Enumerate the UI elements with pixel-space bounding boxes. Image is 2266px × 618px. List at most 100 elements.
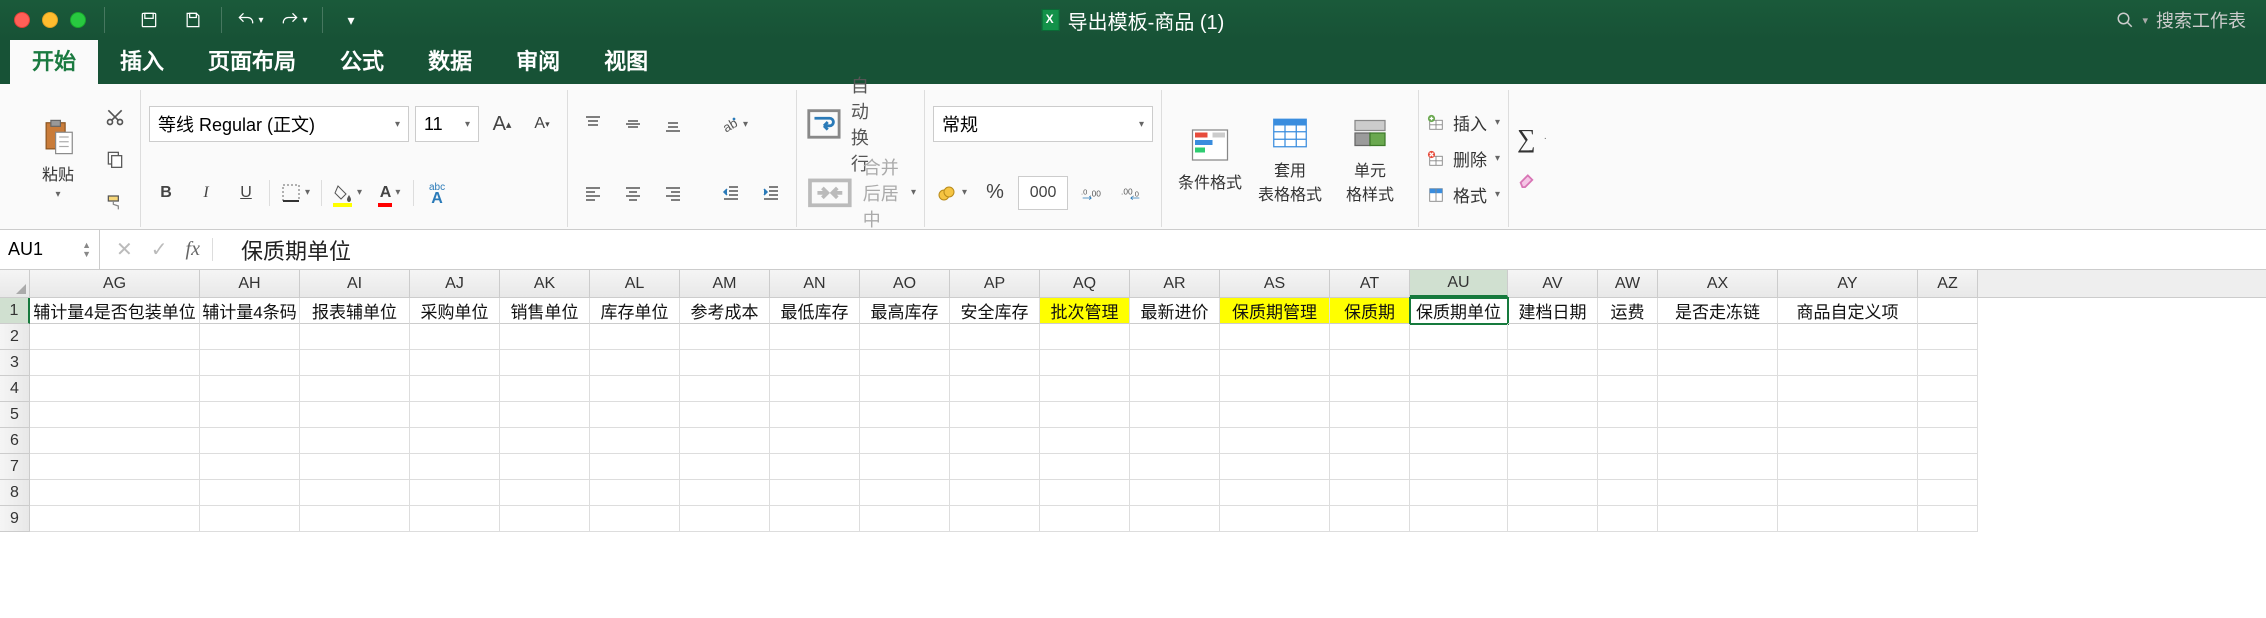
number-format-select[interactable]: 常规▾	[933, 106, 1153, 142]
cell-AX6[interactable]	[1658, 428, 1778, 454]
paste-button[interactable]: 粘贴 ▾	[18, 90, 98, 227]
cell-AN8[interactable]	[770, 480, 860, 506]
delete-cells-button[interactable]: 删除▾	[1427, 144, 1500, 174]
cell-AZ7[interactable]	[1918, 454, 1978, 480]
cell-AP8[interactable]	[950, 480, 1040, 506]
column-header-AX[interactable]: AX	[1658, 270, 1778, 297]
formula-input[interactable]: 保质期单位	[229, 234, 2266, 266]
column-header-AW[interactable]: AW	[1598, 270, 1658, 297]
cell-AO3[interactable]	[860, 350, 950, 376]
increase-decimal-button[interactable]: .0.00	[1074, 176, 1108, 210]
cell-AJ4[interactable]	[410, 376, 500, 402]
save-icon[interactable]	[173, 0, 213, 40]
cell-AM3[interactable]	[680, 350, 770, 376]
cell-AV5[interactable]	[1508, 402, 1598, 428]
cell-AG4[interactable]	[30, 376, 200, 402]
insert-cells-button[interactable]: 插入▾	[1427, 108, 1500, 138]
select-all-corner[interactable]	[0, 270, 30, 297]
column-header-AZ[interactable]: AZ	[1918, 270, 1978, 297]
cell-AX5[interactable]	[1658, 402, 1778, 428]
cell-AU5[interactable]	[1410, 402, 1508, 428]
cell-AI7[interactable]	[300, 454, 410, 480]
autosave-icon[interactable]	[129, 0, 169, 40]
copy-button[interactable]	[98, 142, 132, 176]
cell-AI5[interactable]	[300, 402, 410, 428]
cell-AH9[interactable]	[200, 506, 300, 532]
cell-AQ3[interactable]	[1040, 350, 1130, 376]
search-box[interactable]: ▾ 搜索工作表	[2116, 7, 2266, 33]
column-header-AJ[interactable]: AJ	[410, 270, 500, 297]
font-size-select[interactable]: 11▾	[415, 106, 479, 142]
cell-AU8[interactable]	[1410, 480, 1508, 506]
cell-AS1[interactable]: 保质期管理	[1220, 298, 1330, 324]
cell-AQ5[interactable]	[1040, 402, 1130, 428]
cell-AJ1[interactable]: 采购单位	[410, 298, 500, 324]
cell-AL6[interactable]	[590, 428, 680, 454]
column-header-AP[interactable]: AP	[950, 270, 1040, 297]
cell-AR1[interactable]: 最新进价	[1130, 298, 1220, 324]
cell-AQ2[interactable]	[1040, 324, 1130, 350]
column-header-AL[interactable]: AL	[590, 270, 680, 297]
cell-AG1[interactable]: 辅计量4是否包装单位	[30, 298, 200, 324]
cell-AZ5[interactable]	[1918, 402, 1978, 428]
cell-AS6[interactable]	[1220, 428, 1330, 454]
cell-AI9[interactable]	[300, 506, 410, 532]
cell-AV4[interactable]	[1508, 376, 1598, 402]
cell-AJ7[interactable]	[410, 454, 500, 480]
column-header-AQ[interactable]: AQ	[1040, 270, 1130, 297]
fill-color-button[interactable]	[328, 176, 367, 210]
table-format-button[interactable]: 套用 表格格式	[1250, 90, 1330, 227]
cell-AK8[interactable]	[500, 480, 590, 506]
cell-AR3[interactable]	[1130, 350, 1220, 376]
underline-button[interactable]: U	[229, 176, 263, 210]
cell-AX2[interactable]	[1658, 324, 1778, 350]
name-box[interactable]: AU1 ▲▼	[0, 230, 100, 269]
cell-AY4[interactable]	[1778, 376, 1918, 402]
tab-insert[interactable]: 插入	[98, 36, 186, 84]
cell-AK1[interactable]: 销售单位	[500, 298, 590, 324]
cell-AO1[interactable]: 最高库存	[860, 298, 950, 324]
wrap-text-button[interactable]: 自动换行	[805, 107, 885, 141]
cell-AI4[interactable]	[300, 376, 410, 402]
cell-AW4[interactable]	[1598, 376, 1658, 402]
cell-AO7[interactable]	[860, 454, 950, 480]
cancel-formula-icon[interactable]: ✕	[116, 237, 133, 262]
cell-AT9[interactable]	[1330, 506, 1410, 532]
redo-icon[interactable]: ▾	[274, 0, 314, 40]
cell-AZ2[interactable]	[1918, 324, 1978, 350]
column-header-AT[interactable]: AT	[1330, 270, 1410, 297]
cell-AN2[interactable]	[770, 324, 860, 350]
cell-AU3[interactable]	[1410, 350, 1508, 376]
row-header-2[interactable]: 2	[0, 324, 30, 350]
cell-AL7[interactable]	[590, 454, 680, 480]
cell-AU2[interactable]	[1410, 324, 1508, 350]
cell-AU7[interactable]	[1410, 454, 1508, 480]
cell-AQ1[interactable]: 批次管理	[1040, 298, 1130, 324]
row-header-6[interactable]: 6	[0, 428, 30, 454]
cell-AR7[interactable]	[1130, 454, 1220, 480]
cell-AR6[interactable]	[1130, 428, 1220, 454]
cell-AO6[interactable]	[860, 428, 950, 454]
cell-AY5[interactable]	[1778, 402, 1918, 428]
decrease-indent-button[interactable]	[714, 176, 748, 210]
cell-AI8[interactable]	[300, 480, 410, 506]
cell-AK6[interactable]	[500, 428, 590, 454]
cell-AS3[interactable]	[1220, 350, 1330, 376]
tab-home[interactable]: 开始	[10, 36, 98, 84]
cell-AG5[interactable]	[30, 402, 200, 428]
cell-AN9[interactable]	[770, 506, 860, 532]
column-header-AV[interactable]: AV	[1508, 270, 1598, 297]
format-painter-button[interactable]	[98, 184, 132, 218]
cell-AJ6[interactable]	[410, 428, 500, 454]
border-button[interactable]	[276, 176, 315, 210]
cell-AM9[interactable]	[680, 506, 770, 532]
cell-AI2[interactable]	[300, 324, 410, 350]
row-header-5[interactable]: 5	[0, 402, 30, 428]
cell-AZ1[interactable]	[1918, 298, 1978, 324]
cell-AK5[interactable]	[500, 402, 590, 428]
cell-AM5[interactable]	[680, 402, 770, 428]
cell-AZ3[interactable]	[1918, 350, 1978, 376]
cell-AQ6[interactable]	[1040, 428, 1130, 454]
cell-AK7[interactable]	[500, 454, 590, 480]
bold-button[interactable]: B	[149, 176, 183, 210]
